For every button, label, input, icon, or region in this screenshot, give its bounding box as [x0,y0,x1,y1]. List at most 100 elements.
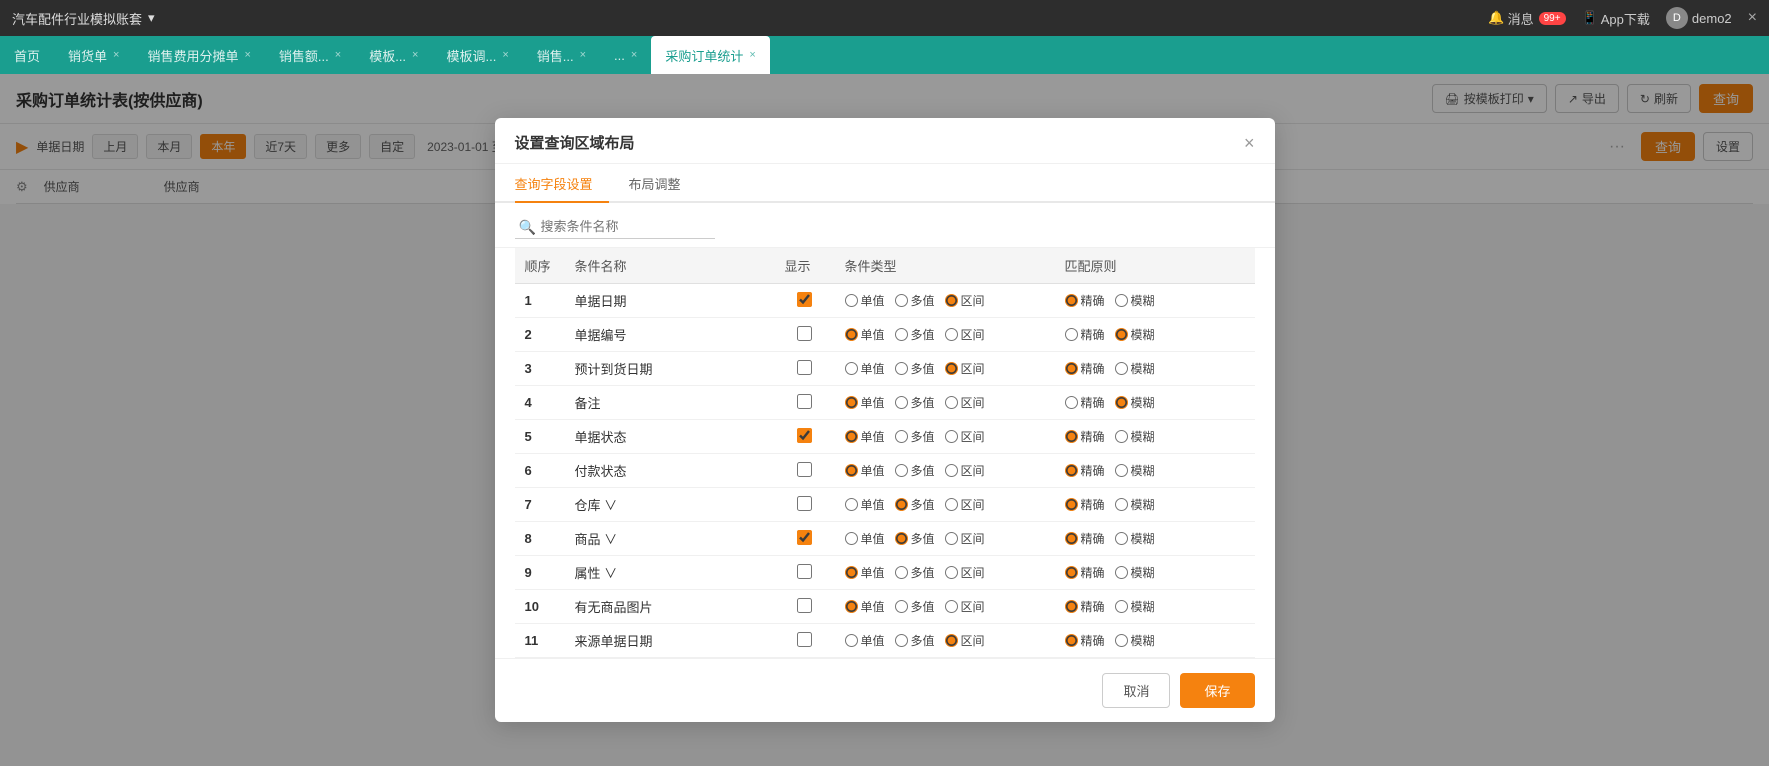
type-radio[interactable] [895,430,908,443]
match-radio-label[interactable]: 精确 [1065,394,1105,411]
match-radio[interactable] [1065,396,1078,409]
type-radio-label[interactable]: 单值 [845,496,885,513]
type-radio-label[interactable]: 区间 [945,360,985,377]
type-radio-label[interactable]: 区间 [945,632,985,649]
type-radio-label[interactable]: 区间 [945,564,985,581]
tab-tab5-close[interactable]: × [502,49,508,61]
tab-home[interactable]: 首页 [0,36,54,74]
type-radio[interactable] [945,396,958,409]
type-radio[interactable] [945,362,958,375]
tab-tab7-close[interactable]: × [631,49,637,61]
type-radio-label[interactable]: 单值 [845,326,885,343]
type-radio-label[interactable]: 多值 [895,360,935,377]
download-btn[interactable]: 📱 App下载 [1582,9,1650,28]
display-checkbox[interactable] [797,428,812,443]
match-radio-label[interactable]: 模糊 [1115,394,1155,411]
topbar-close-button[interactable]: × [1748,9,1757,27]
type-radio[interactable] [945,566,958,579]
tab-tab6-close[interactable]: × [580,49,586,61]
search-input[interactable] [515,215,715,239]
modal-tab-layout[interactable]: 布局调整 [629,164,697,203]
type-radio-label[interactable]: 区间 [945,428,985,445]
match-radio-label[interactable]: 模糊 [1115,326,1155,343]
tab-purchase-stats[interactable]: 采购订单统计 × [651,36,769,74]
type-radio[interactable] [845,600,858,613]
match-radio-label[interactable]: 精确 [1065,632,1105,649]
display-checkbox[interactable] [797,292,812,307]
type-radio[interactable] [945,294,958,307]
type-radio[interactable] [945,498,958,511]
type-radio[interactable] [845,532,858,545]
display-checkbox[interactable] [797,530,812,545]
type-radio[interactable] [895,532,908,545]
type-radio-label[interactable]: 多值 [895,598,935,615]
type-radio[interactable] [895,396,908,409]
modal-tab-query-fields[interactable]: 查询字段设置 [515,164,609,203]
type-radio-label[interactable]: 多值 [895,564,935,581]
type-radio[interactable] [845,464,858,477]
display-checkbox[interactable] [797,360,812,375]
type-radio-label[interactable]: 多值 [895,496,935,513]
match-radio[interactable] [1065,294,1078,307]
display-checkbox[interactable] [797,496,812,511]
match-radio-label[interactable]: 精确 [1065,292,1105,309]
type-radio[interactable] [945,600,958,613]
match-radio[interactable] [1115,362,1128,375]
match-radio-label[interactable]: 精确 [1065,326,1105,343]
type-radio[interactable] [845,328,858,341]
type-radio-label[interactable]: 单值 [845,564,885,581]
match-radio-label[interactable]: 模糊 [1115,360,1155,377]
display-checkbox[interactable] [797,598,812,613]
type-radio[interactable] [895,294,908,307]
match-radio-label[interactable]: 精确 [1065,530,1105,547]
type-radio[interactable] [895,464,908,477]
match-radio-label[interactable]: 精确 [1065,360,1105,377]
match-radio-label[interactable]: 精确 [1065,598,1105,615]
type-radio-label[interactable]: 单值 [845,428,885,445]
match-radio[interactable] [1065,566,1078,579]
type-radio[interactable] [945,532,958,545]
type-radio-label[interactable]: 多值 [895,394,935,411]
type-radio[interactable] [845,634,858,647]
modal-close-button[interactable]: × [1244,134,1255,152]
tab-sales-order[interactable]: 销货单 × [54,36,133,74]
match-radio[interactable] [1065,464,1078,477]
type-radio-label[interactable]: 单值 [845,632,885,649]
tab-purchase-stats-close[interactable]: × [749,49,755,61]
type-radio[interactable] [845,396,858,409]
tab-tab3-close[interactable]: × [335,49,341,61]
match-radio-label[interactable]: 模糊 [1115,632,1155,649]
match-radio[interactable] [1115,566,1128,579]
type-radio[interactable] [895,362,908,375]
type-radio[interactable] [845,498,858,511]
type-radio-label[interactable]: 多值 [895,292,935,309]
type-radio-label[interactable]: 多值 [895,428,935,445]
type-radio[interactable] [895,328,908,341]
type-radio-label[interactable]: 区间 [945,496,985,513]
type-radio-label[interactable]: 多值 [895,632,935,649]
tab-tab4-close[interactable]: × [412,49,418,61]
match-radio[interactable] [1115,396,1128,409]
display-checkbox[interactable] [797,394,812,409]
tab-tab6[interactable]: 销售... × [523,36,600,74]
display-checkbox[interactable] [797,632,812,647]
match-radio[interactable] [1115,294,1128,307]
type-radio-label[interactable]: 多值 [895,462,935,479]
display-checkbox[interactable] [797,326,812,341]
match-radio-label[interactable]: 精确 [1065,428,1105,445]
type-radio-label[interactable]: 单值 [845,530,885,547]
match-radio[interactable] [1065,498,1078,511]
type-radio[interactable] [945,328,958,341]
type-radio[interactable] [845,430,858,443]
type-radio[interactable] [845,294,858,307]
display-checkbox[interactable] [797,564,812,579]
type-radio[interactable] [895,600,908,613]
match-radio[interactable] [1115,600,1128,613]
match-radio[interactable] [1065,362,1078,375]
type-radio[interactable] [845,362,858,375]
tab-sales-expense[interactable]: 销售费用分摊单 × [133,36,264,74]
type-radio-label[interactable]: 单值 [845,394,885,411]
save-button[interactable]: 保存 [1180,673,1254,708]
type-radio-label[interactable]: 多值 [895,326,935,343]
match-radio[interactable] [1115,328,1128,341]
